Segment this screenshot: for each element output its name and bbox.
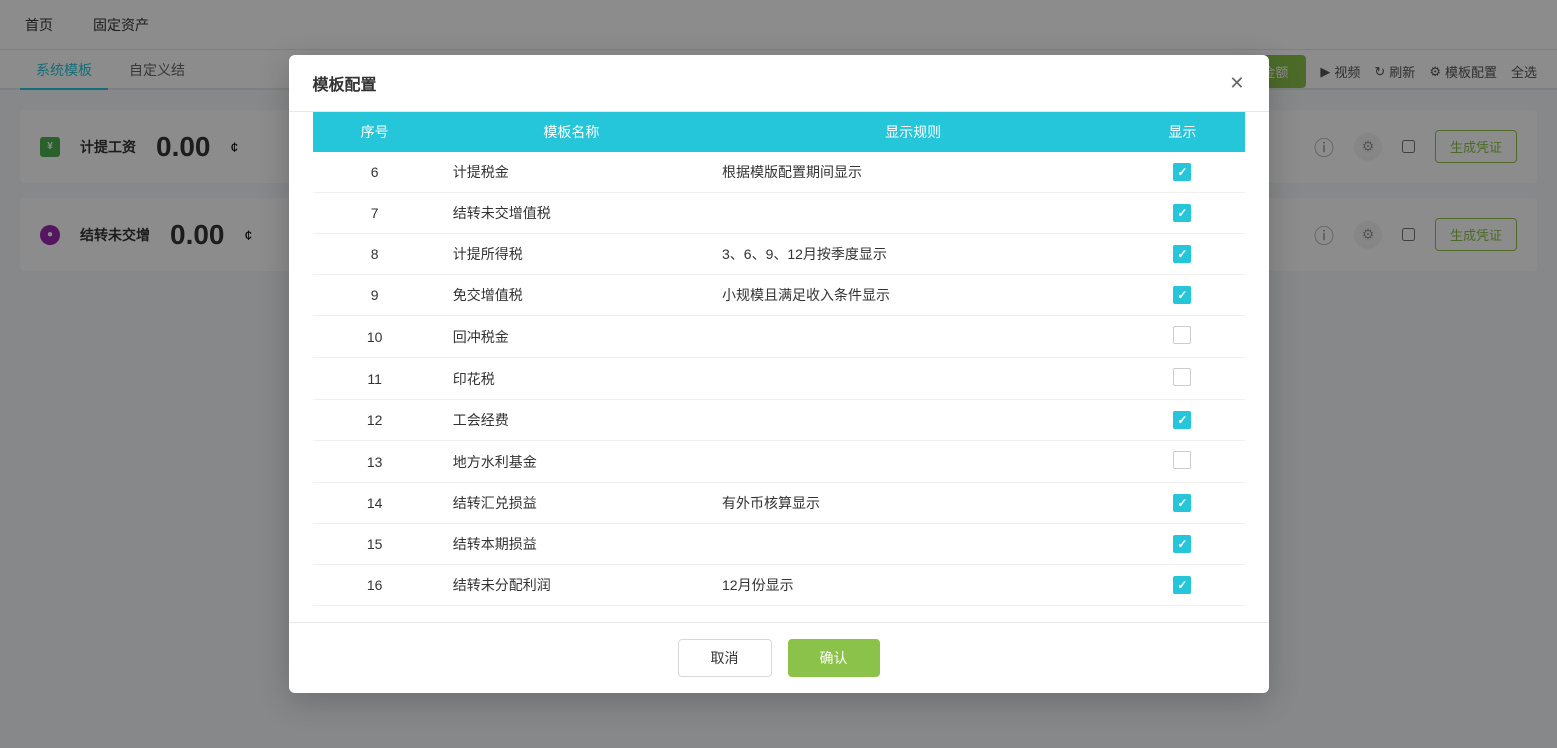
col-header-rule: 显示规则 (706, 112, 1120, 152)
cell-id: 16 (313, 565, 437, 606)
cell-name: 结转未分配利润 (437, 565, 706, 606)
modal-footer: 取消 确认 (289, 622, 1269, 693)
cell-name: 印花税 (437, 358, 706, 400)
cell-check[interactable] (1120, 234, 1244, 275)
cell-id: 12 (313, 400, 437, 441)
cell-check[interactable] (1120, 358, 1244, 400)
cell-rule: 小规模且满足收入条件显示 (706, 275, 1120, 316)
modal-body: 序号 模板名称 显示规则 显示 6计提税金根据模版配置期间显示7结转未交增值税8… (289, 112, 1269, 622)
modal-dialog: 模板配置 ✕ 序号 模板名称 显示规则 显示 6计提税金根据模版配置期间显示7结… (289, 55, 1269, 693)
cell-id: 10 (313, 316, 437, 358)
cell-check[interactable] (1120, 524, 1244, 565)
row-checkbox-9[interactable] (1173, 286, 1191, 304)
modal-title: 模板配置 (313, 71, 377, 95)
cell-rule (706, 441, 1120, 483)
row-checkbox-13[interactable] (1173, 451, 1191, 469)
cell-name: 工会经费 (437, 400, 706, 441)
table-row: 9免交增值税小规模且满足收入条件显示 (313, 275, 1245, 316)
cell-check[interactable] (1120, 483, 1244, 524)
cell-check[interactable] (1120, 400, 1244, 441)
cell-id: 6 (313, 152, 437, 193)
cell-id: 13 (313, 441, 437, 483)
cell-name: 计提所得税 (437, 234, 706, 275)
col-header-id: 序号 (313, 112, 437, 152)
table-row: 11印花税 (313, 358, 1245, 400)
row-checkbox-8[interactable] (1173, 245, 1191, 263)
cell-rule: 根据模版配置期间显示 (706, 152, 1120, 193)
cell-rule: 有外币核算显示 (706, 483, 1120, 524)
modal-close-button[interactable]: ✕ (1229, 74, 1244, 92)
row-checkbox-10[interactable] (1173, 326, 1191, 344)
row-checkbox-14[interactable] (1173, 494, 1191, 512)
confirm-button[interactable]: 确认 (788, 639, 880, 677)
cell-rule (706, 193, 1120, 234)
cell-id: 11 (313, 358, 437, 400)
table-row: 16结转未分配利润12月份显示 (313, 565, 1245, 606)
table-row: 13地方水利基金 (313, 441, 1245, 483)
table-row: 10回冲税金 (313, 316, 1245, 358)
cell-check[interactable] (1120, 316, 1244, 358)
row-checkbox-11[interactable] (1173, 368, 1191, 386)
cell-name: 结转汇兑损益 (437, 483, 706, 524)
cell-name: 计提税金 (437, 152, 706, 193)
table-row: 6计提税金根据模版配置期间显示 (313, 152, 1245, 193)
cell-id: 9 (313, 275, 437, 316)
table-row: 14结转汇兑损益有外币核算显示 (313, 483, 1245, 524)
cell-check[interactable] (1120, 275, 1244, 316)
cell-name: 结转未交增值税 (437, 193, 706, 234)
cell-rule (706, 316, 1120, 358)
row-checkbox-7[interactable] (1173, 204, 1191, 222)
cell-check[interactable] (1120, 441, 1244, 483)
cell-rule (706, 400, 1120, 441)
row-checkbox-16[interactable] (1173, 576, 1191, 594)
cell-name: 结转本期损益 (437, 524, 706, 565)
cell-name: 地方水利基金 (437, 441, 706, 483)
modal-header: 模板配置 ✕ (289, 55, 1269, 112)
cell-name: 回冲税金 (437, 316, 706, 358)
cell-rule: 3、6、9、12月按季度显示 (706, 234, 1120, 275)
table-row: 8计提所得税3、6、9、12月按季度显示 (313, 234, 1245, 275)
col-header-name: 模板名称 (437, 112, 706, 152)
row-checkbox-15[interactable] (1173, 535, 1191, 553)
cell-id: 8 (313, 234, 437, 275)
row-checkbox-6[interactable] (1173, 163, 1191, 181)
cell-id: 15 (313, 524, 437, 565)
table-header-row: 序号 模板名称 显示规则 显示 (313, 112, 1245, 152)
table-row: 7结转未交增值税 (313, 193, 1245, 234)
cell-check[interactable] (1120, 565, 1244, 606)
cancel-button[interactable]: 取消 (678, 639, 772, 677)
table-row: 15结转本期损益 (313, 524, 1245, 565)
cell-rule (706, 358, 1120, 400)
cell-check[interactable] (1120, 152, 1244, 193)
cell-check[interactable] (1120, 193, 1244, 234)
modal-overlay: 模板配置 ✕ 序号 模板名称 显示规则 显示 6计提税金根据模版配置期间显示7结… (0, 0, 1557, 748)
cell-rule: 12月份显示 (706, 565, 1120, 606)
table-body: 6计提税金根据模版配置期间显示7结转未交增值税8计提所得税3、6、9、12月按季… (313, 152, 1245, 606)
cell-id: 14 (313, 483, 437, 524)
row-checkbox-12[interactable] (1173, 411, 1191, 429)
col-header-show: 显示 (1120, 112, 1244, 152)
config-table: 序号 模板名称 显示规则 显示 6计提税金根据模版配置期间显示7结转未交增值税8… (313, 112, 1245, 606)
cell-id: 7 (313, 193, 437, 234)
cell-name: 免交增值税 (437, 275, 706, 316)
cell-rule (706, 524, 1120, 565)
table-row: 12工会经费 (313, 400, 1245, 441)
